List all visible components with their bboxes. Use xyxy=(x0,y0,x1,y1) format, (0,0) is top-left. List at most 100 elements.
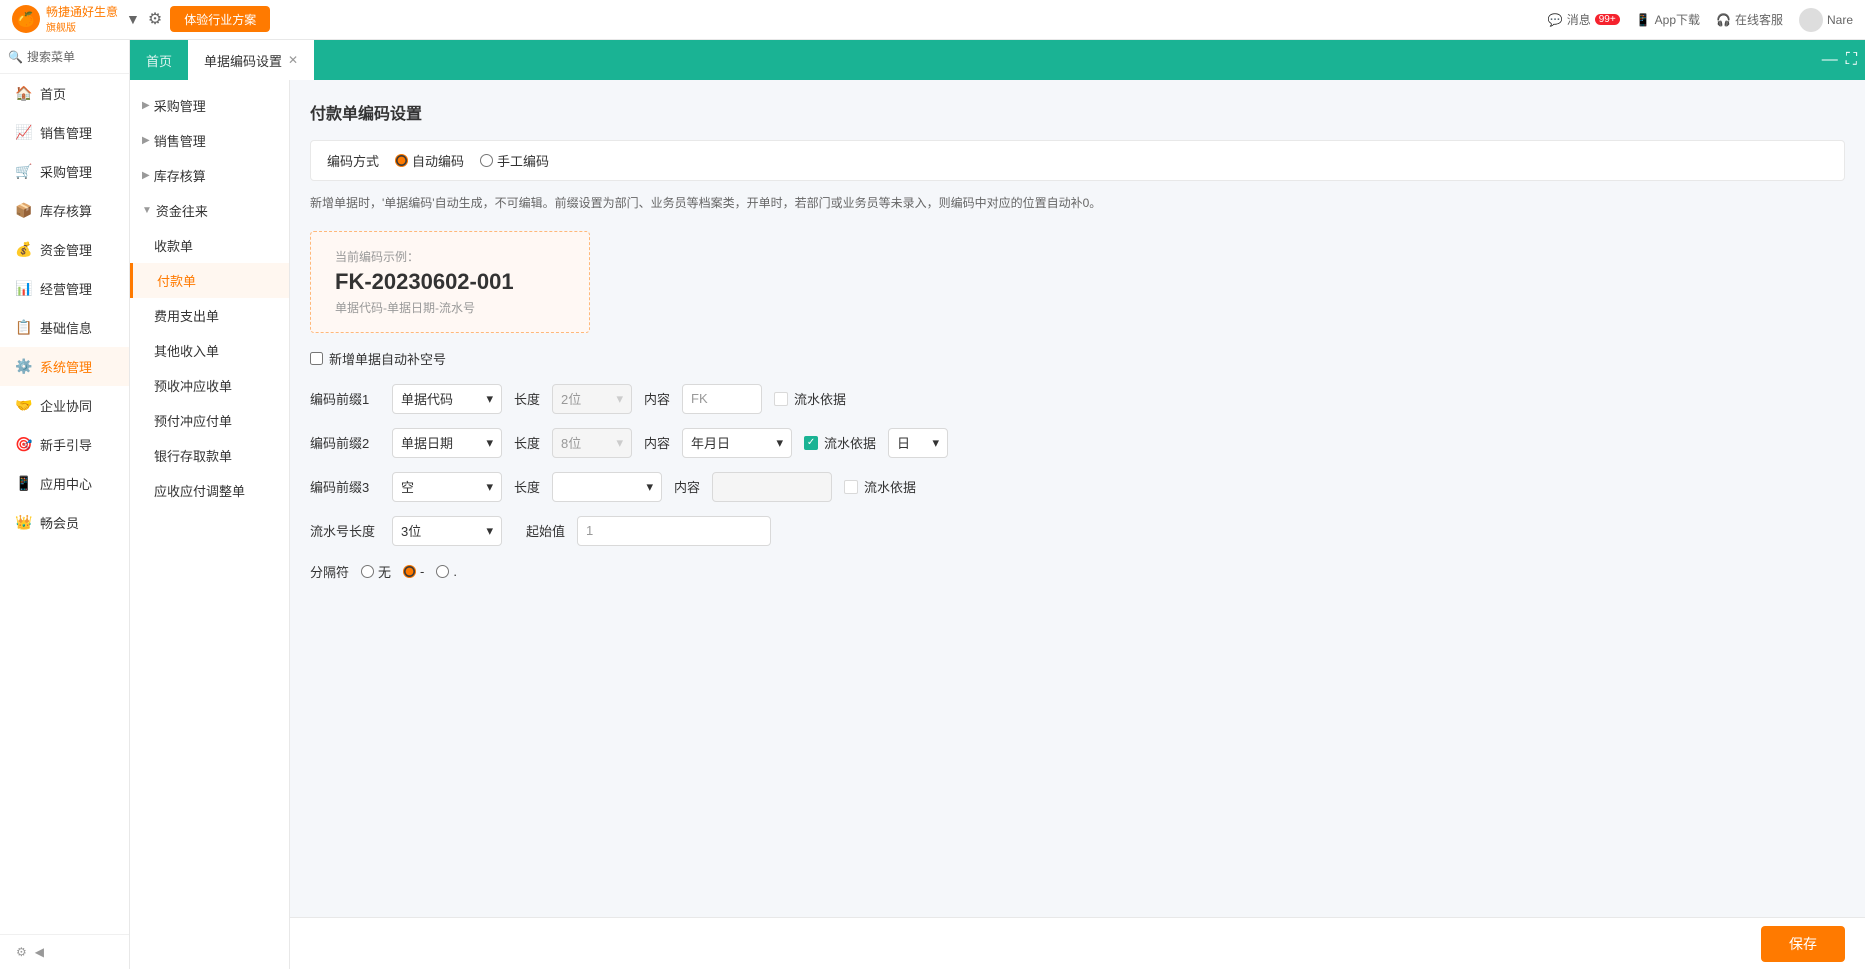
settings-footer-icon[interactable]: ⚙ xyxy=(16,945,27,959)
auto-fill-row: 新增单据自动补空号 xyxy=(310,349,1845,368)
sidebar-item-enterprise[interactable]: 🤝 企业协同 xyxy=(0,386,129,425)
purchase-icon: 🛒 xyxy=(16,164,32,180)
app-download-item[interactable]: 📱 App下载 xyxy=(1636,11,1700,28)
nav-group-sales-header[interactable]: ▶ 销售管理 xyxy=(130,123,289,158)
separator-dot-option[interactable]: . xyxy=(436,564,457,579)
sidebar-item-system[interactable]: ⚙️ 系统管理 xyxy=(0,347,129,386)
sidebar-search[interactable]: 🔍 搜索菜单 xyxy=(0,40,129,74)
newguide-icon: 🎯 xyxy=(16,437,32,453)
auto-encoding-option[interactable]: 自动编码 xyxy=(395,151,464,170)
nav-item-payment[interactable]: 付款单 xyxy=(130,263,289,298)
sidebar-item-finance[interactable]: 💰 资金管理 xyxy=(0,230,129,269)
headset-icon: 🎧 xyxy=(1716,13,1731,27)
nav-group-label: 采购管理 xyxy=(154,96,206,115)
trial-btn[interactable]: 体验行业方案 xyxy=(170,6,270,32)
app-logo: 🍊 畅捷通好生意 旗舰版 xyxy=(12,5,118,34)
waterflow3-label: 流水依据 xyxy=(864,477,916,496)
tab-home[interactable]: 首页 xyxy=(130,40,188,80)
member-icon: 👑 xyxy=(16,515,32,531)
tab-minimize-icon[interactable]: — xyxy=(1822,51,1838,69)
message-item[interactable]: 💬 消息 99+ xyxy=(1548,11,1620,28)
serial-length-select[interactable]: 3位 ▾ xyxy=(392,516,502,546)
waterflow3-cb[interactable]: 流水依据 xyxy=(844,477,916,496)
chevron-down-icon: ▾ xyxy=(486,523,493,539)
nav-group-capital-header[interactable]: ▼ 资金往来 xyxy=(130,193,289,228)
auto-fill-checkbox[interactable] xyxy=(310,352,323,365)
content2-select[interactable]: 年月日 ▾ xyxy=(682,428,792,458)
tab-close-icon[interactable]: ✕ xyxy=(288,53,298,67)
finance-icon: 💰 xyxy=(16,242,32,258)
content-area: ▶ 采购管理 ▶ 销售管理 ▶ 库存核算 xyxy=(130,80,1865,969)
waterflow2-cb[interactable]: ✓ 流水依据 xyxy=(804,433,876,452)
sidebar-item-basic[interactable]: 📋 基础信息 xyxy=(0,308,129,347)
nav-group-purchase: ▶ 采购管理 xyxy=(130,88,289,123)
nav-item-receipts[interactable]: 收款单 xyxy=(130,228,289,263)
nav-group-label: 销售管理 xyxy=(154,131,206,150)
sidebar-item-purchase[interactable]: 🛒 采购管理 xyxy=(0,152,129,191)
sidebar-item-label: 畅会员 xyxy=(40,513,79,532)
tab-home-label: 首页 xyxy=(146,51,172,70)
prefix2-select[interactable]: 单据日期 ▾ xyxy=(392,428,502,458)
sidebar-item-operation[interactable]: 📊 经营管理 xyxy=(0,269,129,308)
manual-encoding-radio[interactable] xyxy=(480,154,493,167)
waterflow1-checkbox[interactable] xyxy=(774,392,788,406)
nav-item-prepay-payable[interactable]: 预付冲应付单 xyxy=(130,403,289,438)
top-bar: 🍊 畅捷通好生意 旗舰版 ▼ ⚙ 体验行业方案 💬 消息 99+ 📱 App下载… xyxy=(0,0,1865,40)
prefix3-label: 编码前缀3 xyxy=(310,477,380,496)
settings-icon[interactable]: ⚙ xyxy=(148,9,162,29)
prefix1-select[interactable]: 单据代码 ▾ xyxy=(392,384,502,414)
content2-value: 年月日 xyxy=(691,433,730,452)
enterprise-icon: 🤝 xyxy=(16,398,32,414)
app-icon: 📱 xyxy=(1636,13,1651,27)
length2-input: 8位 ▾ xyxy=(552,428,632,458)
prefix2-value: 单据日期 xyxy=(401,433,453,452)
bottom-bar: 保存 xyxy=(290,917,1865,969)
sidebar-item-inventory[interactable]: 📦 库存核算 xyxy=(0,191,129,230)
nav-item-prepay-receivable[interactable]: 预收冲应收单 xyxy=(130,368,289,403)
form-row-3: 编码前缀3 空 ▾ 长度 ▾ 内容 xyxy=(310,472,1845,502)
waterflow1-cb[interactable]: 流水依据 xyxy=(774,389,846,408)
auto-fill-checkbox-label[interactable]: 新增单据自动补空号 xyxy=(310,349,446,368)
app-download-label: App下载 xyxy=(1655,11,1700,28)
preview-label: 当前编码示例： xyxy=(335,248,565,265)
form-row-1: 编码前缀1 单据代码 ▾ 长度 2位 ▾ 内容 xyxy=(310,384,1845,414)
system-icon: ⚙️ xyxy=(16,359,32,375)
separator-none-option[interactable]: 无 xyxy=(361,562,391,581)
length3-select[interactable]: ▾ xyxy=(552,472,662,502)
nav-item-bank-deposit[interactable]: 银行存取款单 xyxy=(130,438,289,473)
nav-item-expense[interactable]: 费用支出单 xyxy=(130,298,289,333)
nav-group-inventory-header[interactable]: ▶ 库存核算 xyxy=(130,158,289,193)
start-value-input[interactable] xyxy=(577,516,771,546)
tab-settings[interactable]: 单据编码设置 ✕ xyxy=(188,40,314,80)
tab-bar-actions: — ⛶ xyxy=(1822,51,1865,69)
sidebar-item-member[interactable]: 👑 畅会员 xyxy=(0,503,129,542)
manual-encoding-option[interactable]: 手工编码 xyxy=(480,151,549,170)
nav-group-purchase-header[interactable]: ▶ 采购管理 xyxy=(130,88,289,123)
prefix3-select[interactable]: 空 ▾ xyxy=(392,472,502,502)
waterflow3-checkbox[interactable] xyxy=(844,480,858,494)
nav-item-other-income[interactable]: 其他收入单 xyxy=(130,333,289,368)
tab-settings-label: 单据编码设置 xyxy=(204,51,282,70)
save-button[interactable]: 保存 xyxy=(1761,926,1845,962)
top-nav: ▼ ⚙ xyxy=(126,9,162,29)
separator-dash-radio[interactable] xyxy=(403,565,416,578)
separator-none-radio[interactable] xyxy=(361,565,374,578)
separator-dot-radio[interactable] xyxy=(436,565,449,578)
auto-encoding-radio[interactable] xyxy=(395,154,408,167)
content-wrapper: 付款单编码设置 编码方式 自动编码 手工编码 xyxy=(290,80,1865,969)
separator-dash-option[interactable]: - xyxy=(403,564,424,579)
sidebar-item-home[interactable]: 🏠 首页 xyxy=(0,74,129,113)
waterflow2-checkbox[interactable]: ✓ xyxy=(804,436,818,450)
nav-dropdown-icon[interactable]: ▼ xyxy=(126,11,140,27)
online-service-item[interactable]: 🎧 在线客服 xyxy=(1716,11,1783,28)
sidebar-item-label: 基础信息 xyxy=(40,318,92,337)
sidebar-item-sales[interactable]: 📈 销售管理 xyxy=(0,113,129,152)
sidebar-item-newguide[interactable]: 🎯 新手引导 xyxy=(0,425,129,464)
content1-input[interactable]: FK xyxy=(682,384,762,414)
tab-maximize-icon[interactable]: ⛶ xyxy=(1846,51,1857,69)
waterflow2-cycle-select[interactable]: 日 ▾ xyxy=(888,428,948,458)
nav-item-receivable-adjust[interactable]: 应收应付调整单 xyxy=(130,473,289,508)
sidebar-item-appcenter[interactable]: 📱 应用中心 xyxy=(0,464,129,503)
user-item[interactable]: Nare xyxy=(1799,8,1853,32)
collapse-icon[interactable]: ◀ xyxy=(35,945,44,959)
